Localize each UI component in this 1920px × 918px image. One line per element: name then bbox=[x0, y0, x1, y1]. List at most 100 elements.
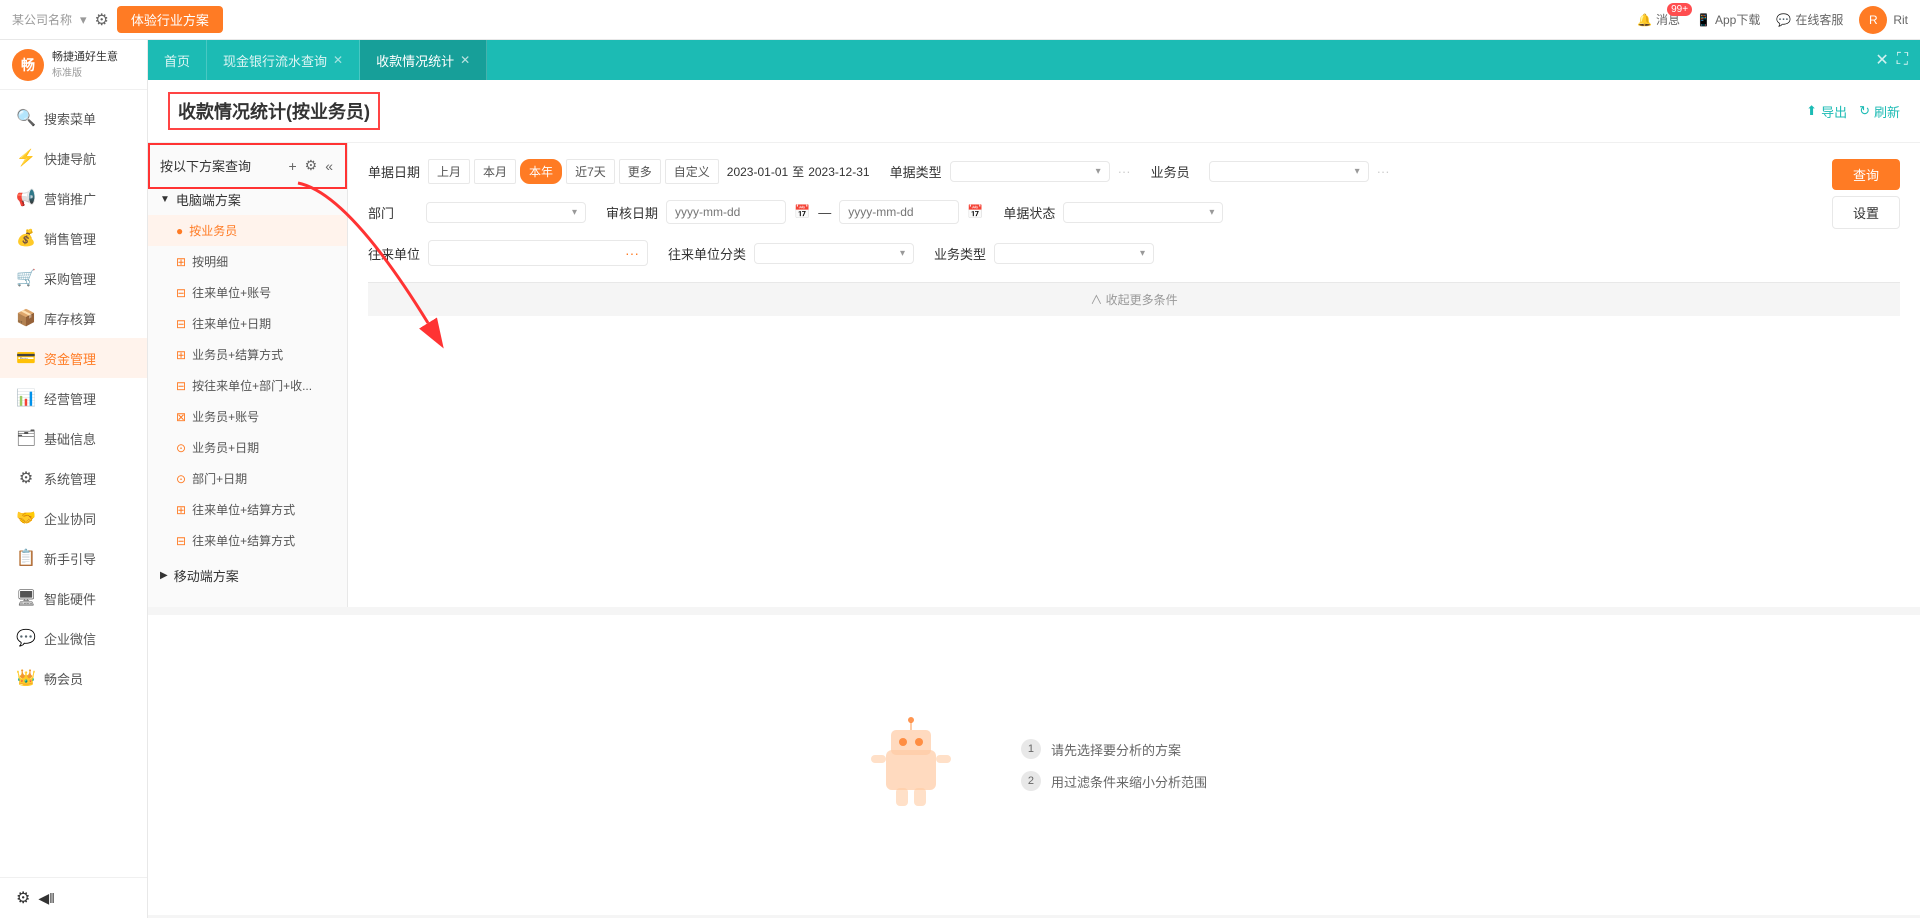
filter-panel: 单据日期 上月 本月 本年 近7天 更多 自定义 bbox=[348, 143, 1920, 607]
sidebar-item-system[interactable]: ⚙ 系统管理 bbox=[0, 458, 147, 498]
main-layout: 畅 畅捷通好生意 标准版 🔍 搜索菜单 ⚡ 快捷导航 📢 营销推广 💰 销 bbox=[0, 40, 1920, 918]
refresh-button[interactable]: ↻ 刷新 bbox=[1859, 102, 1900, 121]
sidebar-item-purchase[interactable]: 🛒 采购管理 bbox=[0, 258, 147, 298]
page-title: 收款情况统计(按业务员) bbox=[168, 92, 380, 130]
trial-button[interactable]: 体验行业方案 bbox=[117, 6, 223, 33]
sidebar-item-basicinfo[interactable]: 🗂 基础信息 bbox=[0, 418, 147, 458]
tab-collection-stats-close[interactable]: ✕ bbox=[460, 53, 470, 67]
message-badge[interactable]: 🔔 消息 99+ bbox=[1637, 11, 1680, 28]
calendar-icon-to: 📅 bbox=[967, 204, 983, 220]
scheme-item-salesman-date[interactable]: ⊙ 业务员+日期 bbox=[148, 432, 347, 463]
scheme-item-salesman-settlement[interactable]: ⊞ 业务员+结算方式 bbox=[148, 339, 347, 370]
sidebar-item-member[interactable]: 👑 畅会员 bbox=[0, 658, 147, 698]
tab-home[interactable]: 首页 bbox=[148, 40, 207, 80]
scheme-add-btn[interactable]: + bbox=[286, 155, 298, 176]
user-name: Rit bbox=[1893, 13, 1908, 27]
user-avatar[interactable]: R Rit bbox=[1859, 6, 1908, 34]
date-btn-this-month[interactable]: 本月 bbox=[474, 159, 516, 184]
sidebar-item-hardware[interactable]: 🖥 智能硬件 bbox=[0, 578, 147, 618]
scheme-item-partner-settlement2[interactable]: ⊟ 往来单位+结算方式 bbox=[148, 525, 347, 556]
date-btn-last-month[interactable]: 上月 bbox=[428, 159, 470, 184]
partner-category-select[interactable]: ▾ bbox=[754, 243, 914, 264]
scheme-item-pd-icon: ⊟ bbox=[176, 379, 186, 393]
dept-select[interactable]: ▾ bbox=[426, 202, 586, 223]
settings-bottom-icon[interactable]: ⚙ bbox=[16, 888, 30, 908]
empty-area: 1 请先选择要分析的方案 2 用过滤条件来缩小分析范围 bbox=[148, 615, 1920, 915]
partner-more-icon: ··· bbox=[625, 245, 639, 261]
sidebar-item-operations[interactable]: 📊 经营管理 bbox=[0, 378, 147, 418]
doc-status-select[interactable]: ▾ bbox=[1063, 202, 1223, 223]
sidebar-item-search[interactable]: 🔍 搜索菜单 bbox=[0, 98, 147, 138]
filter-settings-button[interactable]: 设置 bbox=[1832, 196, 1900, 229]
scheme-item-partner-dept[interactable]: ⊟ 按往来单位+部门+收... bbox=[148, 370, 347, 401]
scheme-item-salesman-account[interactable]: ⊠ 业务员+账号 bbox=[148, 401, 347, 432]
sidebar-item-marketing[interactable]: 📢 营销推广 bbox=[0, 178, 147, 218]
scheme-item-partner-date[interactable]: ⊟ 往来单位+日期 bbox=[148, 308, 347, 339]
tab-expand-btn[interactable]: ⛶ bbox=[1897, 51, 1908, 69]
sidebar-item-guide[interactable]: 📋 新手引导 bbox=[0, 538, 147, 578]
date-btn-this-year[interactable]: 本年 bbox=[520, 159, 562, 184]
scheme-item-detail[interactable]: ⊞ 按明细 bbox=[148, 246, 347, 277]
sidebar-item-enterprise[interactable]: 🤝 企业协同 bbox=[0, 498, 147, 538]
scheme-item-dept-date[interactable]: ⊙ 部门+日期 bbox=[148, 463, 347, 494]
audit-date-to[interactable] bbox=[839, 200, 959, 224]
doc-type-more-icon[interactable]: ··· bbox=[1118, 164, 1131, 179]
date-btn-more[interactable]: 更多 bbox=[619, 159, 661, 184]
step-1-num: 1 bbox=[1021, 739, 1041, 759]
tab-collection-stats[interactable]: 收款情况统计 ✕ bbox=[360, 40, 487, 80]
step-2-text: 用过滤条件来缩小分析范围 bbox=[1051, 772, 1207, 791]
tab-bar-right: ✕ ⛶ bbox=[1875, 50, 1920, 70]
app-icon: 📱 bbox=[1696, 13, 1711, 27]
scheme-item-salesman[interactable]: ● 按业务员 bbox=[148, 215, 347, 246]
scheme-group-desktop-header[interactable]: ▼ 电脑端方案 bbox=[148, 184, 347, 215]
scheme-header-actions: + ⚙ « bbox=[286, 155, 335, 176]
scheme-collapse-btn[interactable]: « bbox=[323, 155, 335, 176]
scheme-item-partner-date-label: 往来单位+日期 bbox=[192, 315, 271, 332]
salesman-select[interactable]: ▾ bbox=[1209, 161, 1369, 182]
scheme-item-partner-settlement1[interactable]: ⊞ 往来单位+结算方式 bbox=[148, 494, 347, 525]
scheme-item-detail-icon: ⊞ bbox=[176, 255, 186, 269]
date-from: 2023-01-01 bbox=[727, 165, 788, 179]
scheme-group-mobile: ▶ 移动端方案 bbox=[148, 560, 347, 591]
sidebar-item-finance[interactable]: 💳 资金管理 bbox=[0, 338, 147, 378]
salesman-more-icon[interactable]: ··· bbox=[1377, 164, 1390, 179]
query-button[interactable]: 查询 bbox=[1832, 159, 1900, 190]
dropdown-icon[interactable]: ▾ bbox=[80, 12, 87, 28]
partner-input[interactable]: ··· bbox=[428, 240, 648, 266]
logo-text: 畅捷通好生意 bbox=[52, 50, 118, 64]
collapse-sidebar-icon[interactable]: ◀‖ bbox=[38, 890, 55, 907]
collapse-label: ∧ 收起更多条件 bbox=[1090, 293, 1177, 307]
scheme-item-partner-account[interactable]: ⊟ 往来单位+账号 bbox=[148, 277, 347, 308]
scheme-group-mobile-header[interactable]: ▶ 移动端方案 bbox=[148, 560, 347, 591]
sidebar-label-system: 系统管理 bbox=[44, 469, 96, 488]
scheme-panel: 按以下方案查询 + ⚙ « ▼ 电脑端方案 bbox=[148, 143, 348, 607]
sidebar-item-quicknav[interactable]: ⚡ 快捷导航 bbox=[0, 138, 147, 178]
collapse-bar[interactable]: ∧ 收起更多条件 bbox=[368, 282, 1900, 316]
tab-bank-flow[interactable]: 现金银行流水查询 ✕ bbox=[207, 40, 360, 80]
chevron-right-icon: ▶ bbox=[160, 570, 168, 581]
online-service[interactable]: 💬 在线客服 bbox=[1776, 11, 1843, 28]
sidebar-label-quicknav: 快捷导航 bbox=[44, 149, 96, 168]
biz-type-select[interactable]: ▾ bbox=[994, 243, 1154, 264]
audit-date-from[interactable] bbox=[666, 200, 786, 224]
filter-content: 单据日期 上月 本月 本年 近7天 更多 自定义 bbox=[368, 159, 1900, 282]
filter-row-1: 单据日期 上月 本月 本年 近7天 更多 自定义 bbox=[368, 159, 1812, 184]
scheme-settings-btn[interactable]: ⚙ bbox=[303, 155, 320, 176]
app-download[interactable]: 📱 App下载 bbox=[1696, 11, 1760, 28]
date-btn-custom[interactable]: 自定义 bbox=[665, 159, 719, 184]
sidebar-label-sales: 销售管理 bbox=[44, 229, 96, 248]
empty-step-1: 1 请先选择要分析的方案 bbox=[1021, 739, 1207, 759]
wechat-icon: 💬 bbox=[16, 628, 36, 648]
date-btn-7days[interactable]: 近7天 bbox=[566, 159, 615, 184]
doc-type-select[interactable]: ▾ bbox=[950, 161, 1110, 182]
sidebar-label-hardware: 智能硬件 bbox=[44, 589, 96, 608]
tab-bar: 首页 现金银行流水查询 ✕ 收款情况统计 ✕ ✕ ⛶ bbox=[148, 40, 1920, 80]
tab-bank-flow-close[interactable]: ✕ bbox=[333, 53, 343, 67]
sidebar-item-wechat[interactable]: 💬 企业微信 bbox=[0, 618, 147, 658]
settings-icon-btn[interactable]: ⚙ bbox=[95, 10, 109, 30]
export-button[interactable]: ⬆ 导出 bbox=[1806, 102, 1847, 121]
sidebar-item-sales[interactable]: 💰 销售管理 bbox=[0, 218, 147, 258]
sidebar-item-inventory[interactable]: 📦 库存核算 bbox=[0, 298, 147, 338]
page-content: 收款情况统计(按业务员) ⬆ 导出 ↻ 刷新 按以下 bbox=[148, 80, 1920, 918]
tab-close-all-btn[interactable]: ✕ bbox=[1875, 50, 1888, 70]
